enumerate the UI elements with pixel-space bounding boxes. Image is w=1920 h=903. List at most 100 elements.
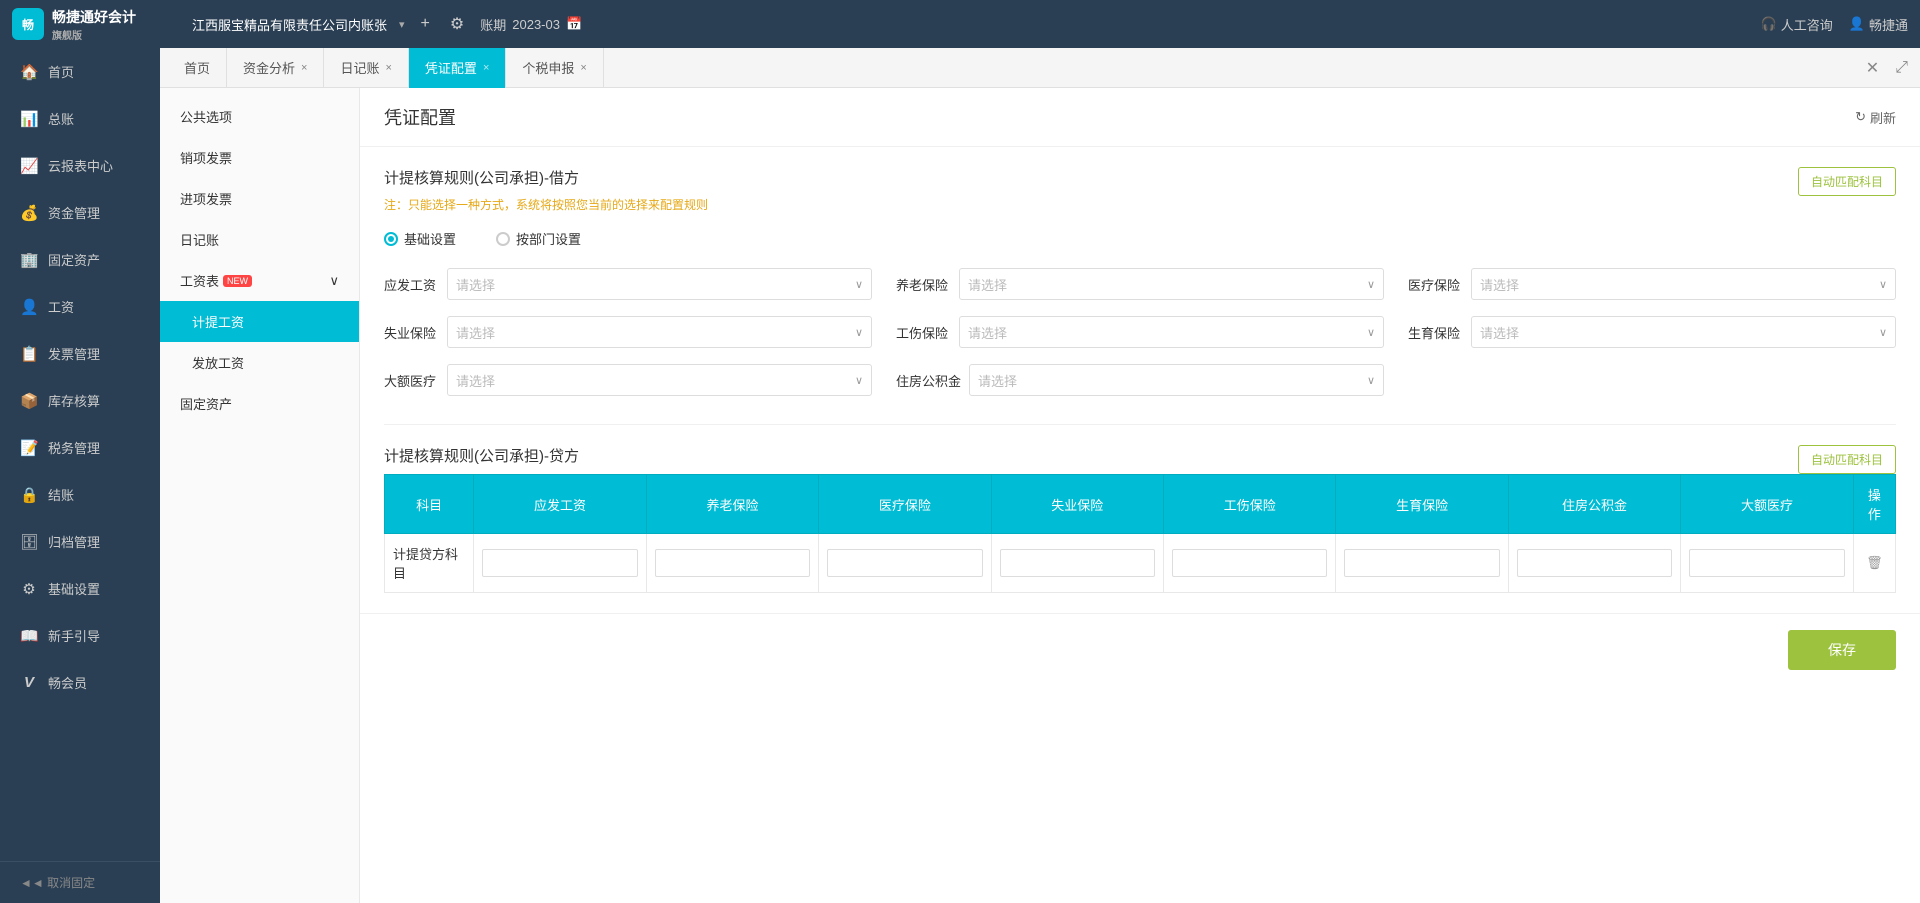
label-medical: 医疗保险 (1408, 275, 1463, 294)
select-pension[interactable]: 请选择 ∨ (959, 268, 1384, 300)
input-housing-fund[interactable] (1517, 549, 1672, 577)
calendar-icon[interactable]: 📅 (566, 16, 582, 32)
left-nav-pay-label: 发放工资 (192, 353, 244, 372)
add-account-button[interactable]: + (417, 11, 434, 37)
guide-icon: 📖 (20, 627, 38, 645)
input-pension[interactable] (655, 549, 810, 577)
sidebar-item-invoice-mgmt[interactable]: 📋 发票管理 (0, 330, 160, 377)
select-work-injury[interactable]: 请选择 ∨ (959, 316, 1384, 348)
input-maternity[interactable] (1344, 549, 1499, 577)
save-button[interactable]: 保存 (1788, 630, 1896, 670)
left-nav-accrual[interactable]: 计提工资 (160, 301, 359, 342)
th-subject: 科目 (385, 475, 474, 534)
refresh-button[interactable]: ↻ 刷新 (1855, 108, 1896, 127)
radio-by-dept-circle (496, 232, 510, 246)
debit-auto-match-button[interactable]: 自动匹配科目 (1798, 167, 1896, 196)
sidebar-item-tax[interactable]: 📝 税务管理 (0, 424, 160, 471)
label-large-medical: 大额医疗 (384, 371, 439, 390)
sidebar-item-fixed-assets[interactable]: 🏢 固定资产 (0, 236, 160, 283)
left-nav-fixed-assets[interactable]: 固定资产 (160, 383, 359, 424)
ledger-icon: 📊 (20, 110, 38, 128)
tab-journal[interactable]: 日记账 × (324, 48, 408, 88)
sidebar-cancel-pin[interactable]: ◄◄ 取消固定 (0, 861, 160, 903)
input-large-medical[interactable] (1689, 549, 1844, 577)
reports-icon: 📈 (20, 157, 38, 175)
tab-tax-report-close[interactable]: × (580, 62, 586, 74)
form-row-unemployment: 失业保险 请选择 ∨ (384, 316, 872, 348)
input-work-injury[interactable] (1172, 549, 1327, 577)
tab-voucher-config-close[interactable]: × (483, 62, 489, 74)
select-housing-fund[interactable]: 请选择 ∨ (969, 364, 1384, 396)
chevron-down-icon: ∨ (855, 278, 863, 291)
input-medical[interactable] (827, 549, 982, 577)
left-nav-purchase-invoice[interactable]: 进项发票 (160, 178, 359, 219)
select-unemployment[interactable]: 请选择 ∨ (447, 316, 872, 348)
select-salary[interactable]: 请选择 ∨ (447, 268, 872, 300)
maximize-icon[interactable]: ⤢ (1891, 55, 1912, 81)
company-dropdown-icon[interactable]: ▾ (399, 18, 405, 31)
left-nav-salary-table[interactable]: 工资表 NEW ∨ (160, 260, 359, 301)
tab-voucher-config[interactable]: 凭证配置 × (409, 48, 506, 88)
label-work-injury: 工伤保险 (896, 323, 951, 342)
tab-journal-label: 日记账 (340, 58, 379, 77)
tab-fund-analysis[interactable]: 资金分析 × (227, 48, 324, 88)
sidebar-item-closing[interactable]: 🔒 结账 (0, 471, 160, 518)
input-salary[interactable] (482, 549, 637, 577)
th-unemployment: 失业保险 (991, 475, 1163, 534)
tab-fund-analysis-close[interactable]: × (301, 62, 307, 74)
left-nav-journal[interactable]: 日记账 (160, 219, 359, 260)
sidebar-item-reports[interactable]: 📈 云报表中心 (0, 142, 160, 189)
left-nav-sales-invoice[interactable]: 销项发票 (160, 137, 359, 178)
credit-auto-match-button[interactable]: 自动匹配科目 (1798, 445, 1896, 474)
sidebar-item-inventory[interactable]: 📦 库存核算 (0, 377, 160, 424)
td-unemployment-input[interactable] (991, 534, 1163, 593)
user-profile[interactable]: 👤 畅捷通 (1849, 15, 1908, 34)
expand-icon[interactable]: ∨ (329, 273, 339, 289)
page-header: 凭证配置 ↻ 刷新 (360, 88, 1920, 147)
select-maternity-placeholder: 请选择 (1480, 323, 1519, 342)
select-medical[interactable]: 请选择 ∨ (1471, 268, 1896, 300)
sidebar-item-guide[interactable]: 📖 新手引导 (0, 612, 160, 659)
tab-home[interactable]: 首页 (168, 48, 227, 88)
chevron-down-icon: ∨ (1367, 326, 1375, 339)
sidebar-item-label: 结账 (48, 485, 74, 504)
tab-journal-close[interactable]: × (385, 62, 391, 74)
settings-icon-button[interactable]: ⚙ (446, 10, 468, 38)
td-large-medical-input[interactable] (1681, 534, 1853, 593)
chevron-down-icon: ∨ (1367, 374, 1375, 387)
td-medical-input[interactable] (819, 534, 991, 593)
sidebar-item-settings[interactable]: ⚙ 基础设置 (0, 565, 160, 612)
sidebar-item-member[interactable]: V 畅会员 (0, 659, 160, 706)
top-header: 畅 畅捷通好会计 旗舰版 江西服宝精品有限责任公司内账张 ▾ + ⚙ 账期 20… (0, 0, 1920, 48)
tab-fund-analysis-label: 资金分析 (243, 58, 295, 77)
radio-by-dept[interactable]: 按部门设置 (496, 229, 581, 248)
td-pension-input[interactable] (646, 534, 818, 593)
td-work-injury-input[interactable] (1164, 534, 1336, 593)
th-maternity: 生育保险 (1336, 475, 1508, 534)
sidebar-item-ledger[interactable]: 📊 总账 (0, 95, 160, 142)
td-delete[interactable]: 🗑 (1853, 534, 1895, 593)
select-large-medical[interactable]: 请选择 ∨ (447, 364, 872, 396)
left-nav-pay[interactable]: 发放工资 (160, 342, 359, 383)
td-maternity-input[interactable] (1336, 534, 1508, 593)
close-window-icon[interactable]: ✕ (1862, 54, 1883, 82)
refresh-label: 刷新 (1870, 108, 1896, 127)
td-salary-input[interactable] (474, 534, 646, 593)
sidebar-item-home[interactable]: 🏠 首页 (0, 48, 160, 95)
radio-basic[interactable]: 基础设置 (384, 229, 456, 248)
th-large-medical: 大额医疗 (1681, 475, 1853, 534)
sidebar-item-salary[interactable]: 👤 工资 (0, 283, 160, 330)
select-maternity[interactable]: 请选择 ∨ (1471, 316, 1896, 348)
sidebar-item-archive[interactable]: 🗄 归档管理 (0, 518, 160, 565)
settings-icon: ⚙ (20, 580, 38, 598)
label-pension: 养老保险 (896, 275, 951, 294)
left-nav-public[interactable]: 公共选项 (160, 96, 359, 137)
input-unemployment[interactable] (1000, 549, 1155, 577)
human-service-button[interactable]: 🎧 人工咨询 (1761, 15, 1833, 34)
tab-tax-report[interactable]: 个税申报 × (506, 48, 603, 88)
td-housing-fund-input[interactable] (1508, 534, 1680, 593)
account-period: 账期 2023-03 📅 (480, 15, 582, 34)
human-service-label: 人工咨询 (1781, 15, 1833, 34)
sidebar-item-funds[interactable]: 💰 资金管理 (0, 189, 160, 236)
delete-icon[interactable]: 🗑 (1866, 555, 1883, 570)
